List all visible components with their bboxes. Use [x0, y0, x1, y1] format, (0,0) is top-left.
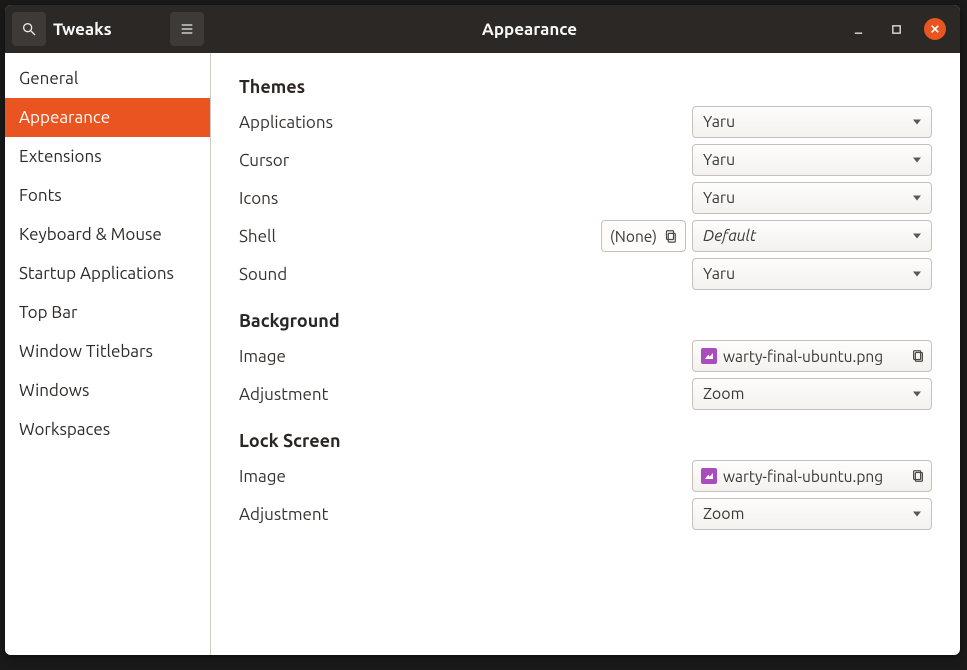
image-icon — [701, 468, 717, 484]
section-title-themes: Themes — [239, 77, 932, 97]
sidebar-item-general[interactable]: General — [5, 59, 210, 98]
maximize-button[interactable] — [886, 19, 906, 39]
section-title-lockscreen: Lock Screen — [239, 431, 932, 451]
sidebar-item-workspaces[interactable]: Workspaces — [5, 410, 210, 449]
document-icon — [911, 469, 925, 483]
section-title-background: Background — [239, 311, 932, 331]
row-icons: Icons Yaru — [239, 179, 932, 217]
row-bg-image: Image warty-final-ubuntu.png — [239, 337, 932, 375]
image-icon — [701, 348, 717, 364]
content-area: Themes Applications Yaru Cursor Yaru Ico… — [211, 53, 960, 655]
label-cursor: Cursor — [239, 151, 289, 170]
row-cursor: Cursor Yaru — [239, 141, 932, 179]
file-bg-value: warty-final-ubuntu.png — [723, 348, 905, 365]
search-button[interactable] — [12, 12, 46, 46]
combo-ls-adjustment-value: Zoom — [703, 505, 744, 523]
combo-ls-adjustment[interactable]: Zoom — [692, 498, 932, 530]
document-icon — [911, 349, 925, 363]
hamburger-icon — [179, 21, 195, 37]
sidebar-item-startup-applications[interactable]: Startup Applications — [5, 254, 210, 293]
sidebar-item-extensions[interactable]: Extensions — [5, 137, 210, 176]
combo-shell-value: Default — [703, 227, 756, 245]
maximize-icon — [891, 24, 902, 35]
tweaks-window: Tweaks Appearance General Appearance Ext… — [5, 5, 960, 655]
combo-sound[interactable]: Yaru — [692, 258, 932, 290]
sidebar-item-windows[interactable]: Windows — [5, 371, 210, 410]
combo-bg-adjustment[interactable]: Zoom — [692, 378, 932, 410]
app-title: Tweaks — [53, 20, 163, 39]
row-ls-image: Image warty-final-ubuntu.png — [239, 457, 932, 495]
shell-group: (None) Default — [601, 220, 932, 252]
chevron-down-icon — [913, 234, 921, 239]
minimize-button[interactable] — [848, 19, 868, 39]
sidebar: General Appearance Extensions Fonts Keyb… — [5, 53, 211, 655]
combo-bg-adjustment-value: Zoom — [703, 385, 744, 403]
chevron-down-icon — [913, 392, 921, 397]
titlebar: Tweaks Appearance — [5, 5, 960, 53]
minimize-icon — [853, 24, 864, 35]
shell-locked-box[interactable]: (None) — [601, 220, 686, 252]
search-icon — [21, 21, 37, 37]
window-controls — [848, 18, 960, 40]
label-applications: Applications — [239, 113, 333, 132]
chevron-down-icon — [913, 158, 921, 163]
combo-icons[interactable]: Yaru — [692, 182, 932, 214]
sidebar-item-keyboard-mouse[interactable]: Keyboard & Mouse — [5, 215, 210, 254]
combo-sound-value: Yaru — [703, 265, 735, 283]
combo-applications[interactable]: Yaru — [692, 106, 932, 138]
label-ls-image: Image — [239, 467, 286, 486]
label-bg-adjustment: Adjustment — [239, 385, 328, 404]
combo-applications-value: Yaru — [703, 113, 735, 131]
label-icons: Icons — [239, 189, 278, 208]
chevron-down-icon — [913, 512, 921, 517]
shell-locked-value: (None) — [610, 228, 657, 245]
sidebar-item-fonts[interactable]: Fonts — [5, 176, 210, 215]
combo-shell[interactable]: Default — [692, 220, 932, 252]
titlebar-left: Tweaks — [5, 12, 211, 46]
file-ls-value: warty-final-ubuntu.png — [723, 468, 905, 485]
label-ls-adjustment: Adjustment — [239, 505, 328, 524]
document-icon — [663, 229, 677, 243]
sidebar-item-appearance[interactable]: Appearance — [5, 98, 210, 137]
menu-button[interactable] — [170, 12, 204, 46]
row-sound: Sound Yaru — [239, 255, 932, 293]
file-chooser-background[interactable]: warty-final-ubuntu.png — [692, 340, 932, 372]
combo-icons-value: Yaru — [703, 189, 735, 207]
chevron-down-icon — [913, 196, 921, 201]
row-applications: Applications Yaru — [239, 103, 932, 141]
window-body: General Appearance Extensions Fonts Keyb… — [5, 53, 960, 655]
label-bg-image: Image — [239, 347, 286, 366]
row-ls-adjustment: Adjustment Zoom — [239, 495, 932, 533]
close-icon — [930, 24, 940, 34]
label-shell: Shell — [239, 227, 276, 246]
combo-cursor[interactable]: Yaru — [692, 144, 932, 176]
page-title: Appearance — [211, 20, 848, 39]
sidebar-item-top-bar[interactable]: Top Bar — [5, 293, 210, 332]
combo-cursor-value: Yaru — [703, 151, 735, 169]
chevron-down-icon — [913, 120, 921, 125]
sidebar-item-window-titlebars[interactable]: Window Titlebars — [5, 332, 210, 371]
label-sound: Sound — [239, 265, 287, 284]
file-chooser-lockscreen[interactable]: warty-final-ubuntu.png — [692, 460, 932, 492]
chevron-down-icon — [913, 272, 921, 277]
close-button[interactable] — [924, 18, 946, 40]
row-bg-adjustment: Adjustment Zoom — [239, 375, 932, 413]
row-shell: Shell (None) Default — [239, 217, 932, 255]
